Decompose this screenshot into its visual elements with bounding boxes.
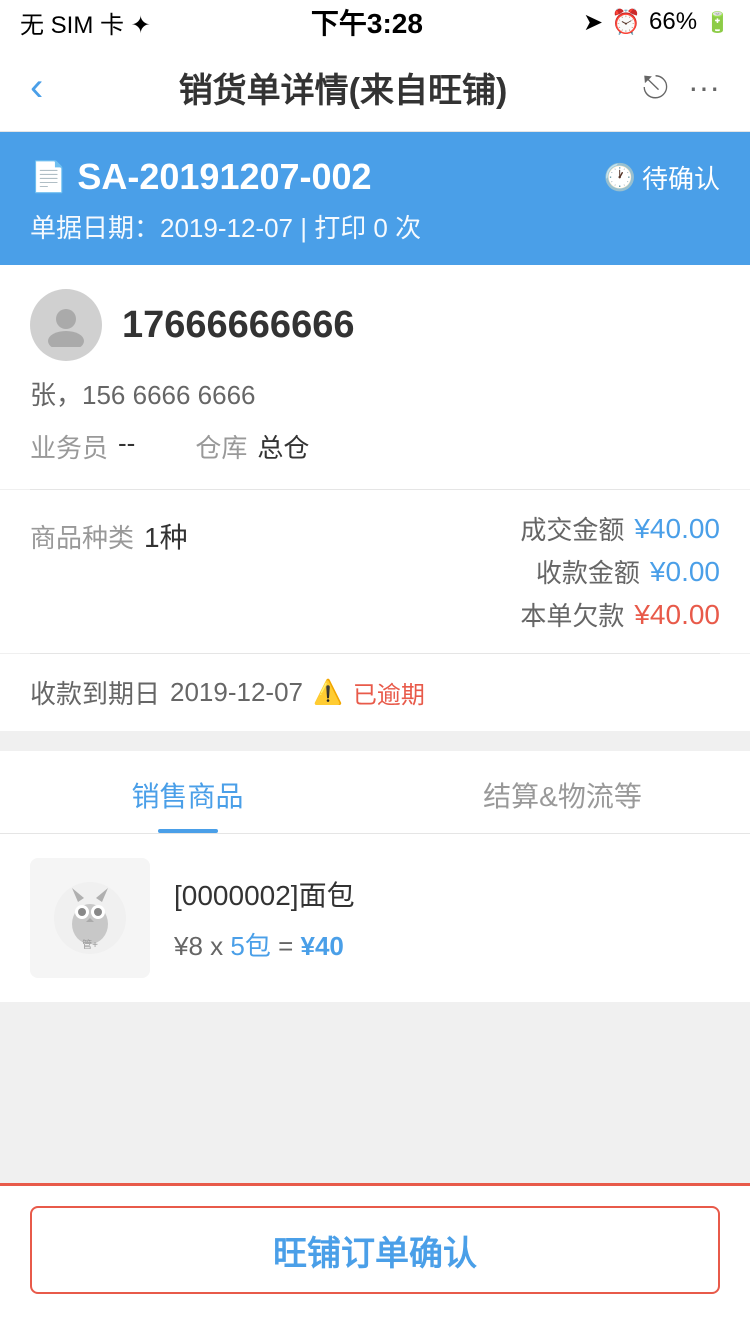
nav-bar: ‹ 销货单详情(来自旺铺) ⎋ ···	[0, 44, 750, 132]
status-right: ➤ ⏰ 66% 🔋	[583, 8, 730, 37]
overdue-badge: 已逾期	[353, 675, 425, 710]
nav-right[interactable]: ⎋ ···	[643, 69, 720, 107]
transaction-label: 成交金额	[520, 510, 624, 547]
status-bar: 无 SIM 卡 ✦ 下午3:28 ➤ ⏰ 66% 🔋	[0, 0, 750, 44]
order-icon: 📄	[30, 160, 67, 195]
product-price: ¥8 x 5包 = ¥40	[174, 926, 720, 963]
order-header: 📄 SA-20191207-002 🕐 待确认 单据日期：2019-12-07 …	[0, 132, 750, 265]
section-gap	[0, 731, 750, 751]
confirm-order-button[interactable]: 旺铺订单确认	[30, 1206, 720, 1294]
owed-label: 本单欠款	[520, 596, 624, 633]
salesperson-label: 业务员	[30, 428, 108, 465]
product-list: 管+ [0000002]面包 ¥8 x 5包 = ¥40	[0, 834, 750, 1003]
amounts-block: 成交金额 ¥40.00 收款金额 ¥0.00 本单欠款 ¥40.00	[520, 510, 720, 633]
back-button[interactable]: ‹	[30, 65, 43, 110]
received-label: 收款金额	[536, 553, 640, 590]
alarm-icon: ⏰	[611, 8, 641, 37]
status-left: 无 SIM 卡 ✦	[20, 5, 151, 40]
order-date: 单据日期：2019-12-07 | 打印 0 次	[30, 208, 720, 245]
location-icon: ➤	[583, 8, 603, 37]
summary-section: 商品种类 1种 成交金额 ¥40.00 收款金额 ¥0.00 本单欠款 ¥40.…	[0, 490, 750, 653]
share-icon[interactable]: ⎋	[643, 69, 668, 107]
product-name: [0000002]面包	[174, 874, 720, 914]
product-type-label: 商品种类	[30, 518, 134, 555]
received-value: ¥0.00	[650, 556, 720, 588]
product-thumbnail: 管+	[30, 858, 150, 978]
more-icon[interactable]: ···	[688, 69, 720, 106]
due-date-label: 收款到期日	[30, 674, 160, 711]
tab-products[interactable]: 销售商品	[0, 751, 375, 833]
warehouse-label: 仓库	[195, 428, 247, 465]
due-date-section: 收款到期日 2019-12-07 ⚠️ 已逾期	[0, 654, 750, 731]
svg-text:管+: 管+	[82, 938, 98, 951]
table-row: 管+ [0000002]面包 ¥8 x 5包 = ¥40	[0, 834, 750, 1003]
customer-card: 17666666666 张，156 6666 6666 业务员 -- 仓库 总仓	[0, 265, 750, 489]
clock-icon: 🕐	[604, 162, 636, 193]
due-date-value: 2019-12-07	[170, 677, 303, 708]
owed-value: ¥40.00	[634, 599, 720, 631]
tab-settlement[interactable]: 结算&物流等	[375, 751, 750, 833]
sim-label: 无 SIM 卡 ✦	[20, 5, 151, 40]
overdue-icon: ⚠️	[313, 678, 343, 707]
total-price: ¥40	[301, 931, 344, 961]
customer-meta: 业务员 -- 仓库 总仓	[30, 428, 720, 465]
quantity: 5包	[230, 931, 270, 961]
nav-left[interactable]: ‹	[30, 65, 43, 110]
salesperson-value: --	[118, 428, 135, 465]
battery-label: 66%	[649, 8, 697, 36]
battery-icon: 🔋	[705, 10, 730, 35]
price-per-unit: ¥8 x	[174, 931, 223, 961]
warehouse-value: 总仓	[257, 428, 309, 465]
order-status: 🕐 待确认	[604, 159, 720, 196]
product-info: [0000002]面包 ¥8 x 5包 = ¥40	[174, 874, 720, 963]
bottom-spacer	[0, 1003, 750, 1203]
customer-name: 张，156 6666 6666	[30, 375, 720, 412]
order-id: 📄 SA-20191207-002	[30, 156, 372, 198]
status-time: 下午3:28	[311, 2, 423, 42]
page-title: 销货单详情(来自旺铺)	[179, 63, 508, 112]
transaction-value: ¥40.00	[634, 513, 720, 545]
product-type-value: 1种	[144, 516, 188, 556]
avatar	[30, 289, 102, 361]
tabs[interactable]: 销售商品 结算&物流等	[0, 751, 750, 834]
confirm-button-wrap: 旺铺订单确认	[0, 1183, 750, 1334]
equals-sign: =	[278, 931, 293, 961]
customer-phone: 17666666666	[122, 304, 354, 347]
